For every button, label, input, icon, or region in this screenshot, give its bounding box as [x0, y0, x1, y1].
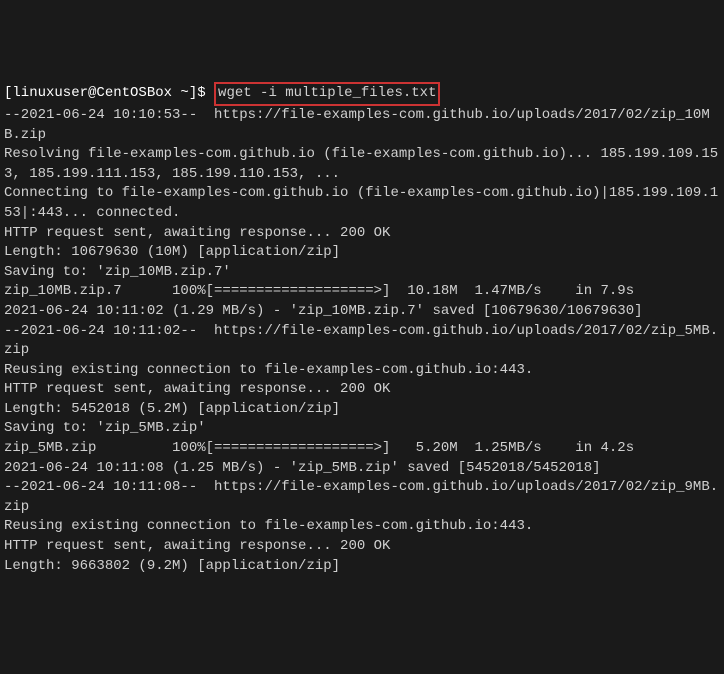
output-line: Saving to: 'zip_5MB.zip' — [4, 419, 720, 439]
output-line: Reusing existing connection to file-exam… — [4, 361, 720, 381]
prompt-symbol: $ — [197, 85, 205, 101]
terminal-output[interactable]: [linuxuser@CentOSBox ~]$ wget -i multipl… — [4, 82, 720, 576]
output-line: 2021-06-24 10:11:02 (1.29 MB/s) - 'zip_1… — [4, 302, 720, 322]
command-input-highlight: wget -i multiple_files.txt — [214, 82, 440, 106]
output-line: Reusing existing connection to file-exam… — [4, 517, 720, 537]
output-line: Length: 10679630 (10M) [application/zip] — [4, 243, 720, 263]
prompt-user-host: [linuxuser@CentOSBox ~] — [4, 85, 197, 101]
output-line: HTTP request sent, awaiting response... … — [4, 537, 720, 557]
output-line: zip_10MB.zip.7 100%[===================>… — [4, 282, 720, 302]
output-line: HTTP request sent, awaiting response... … — [4, 380, 720, 400]
output-line: HTTP request sent, awaiting response... … — [4, 224, 720, 244]
output-line: Saving to: 'zip_10MB.zip.7' — [4, 263, 720, 283]
output-line: Length: 5452018 (5.2M) [application/zip] — [4, 400, 720, 420]
output-line: --2021-06-24 10:11:08-- https://file-exa… — [4, 478, 720, 517]
output-line: Resolving file-examples-com.github.io (f… — [4, 145, 720, 184]
output-line: 2021-06-24 10:11:08 (1.25 MB/s) - 'zip_5… — [4, 459, 720, 479]
output-line: --2021-06-24 10:11:02-- https://file-exa… — [4, 322, 720, 361]
output-line: Connecting to file-examples-com.github.i… — [4, 184, 720, 223]
output-line: zip_5MB.zip 100%[===================>] 5… — [4, 439, 720, 459]
output-line: --2021-06-24 10:10:53-- https://file-exa… — [4, 106, 720, 145]
output-line: Length: 9663802 (9.2M) [application/zip] — [4, 557, 720, 577]
